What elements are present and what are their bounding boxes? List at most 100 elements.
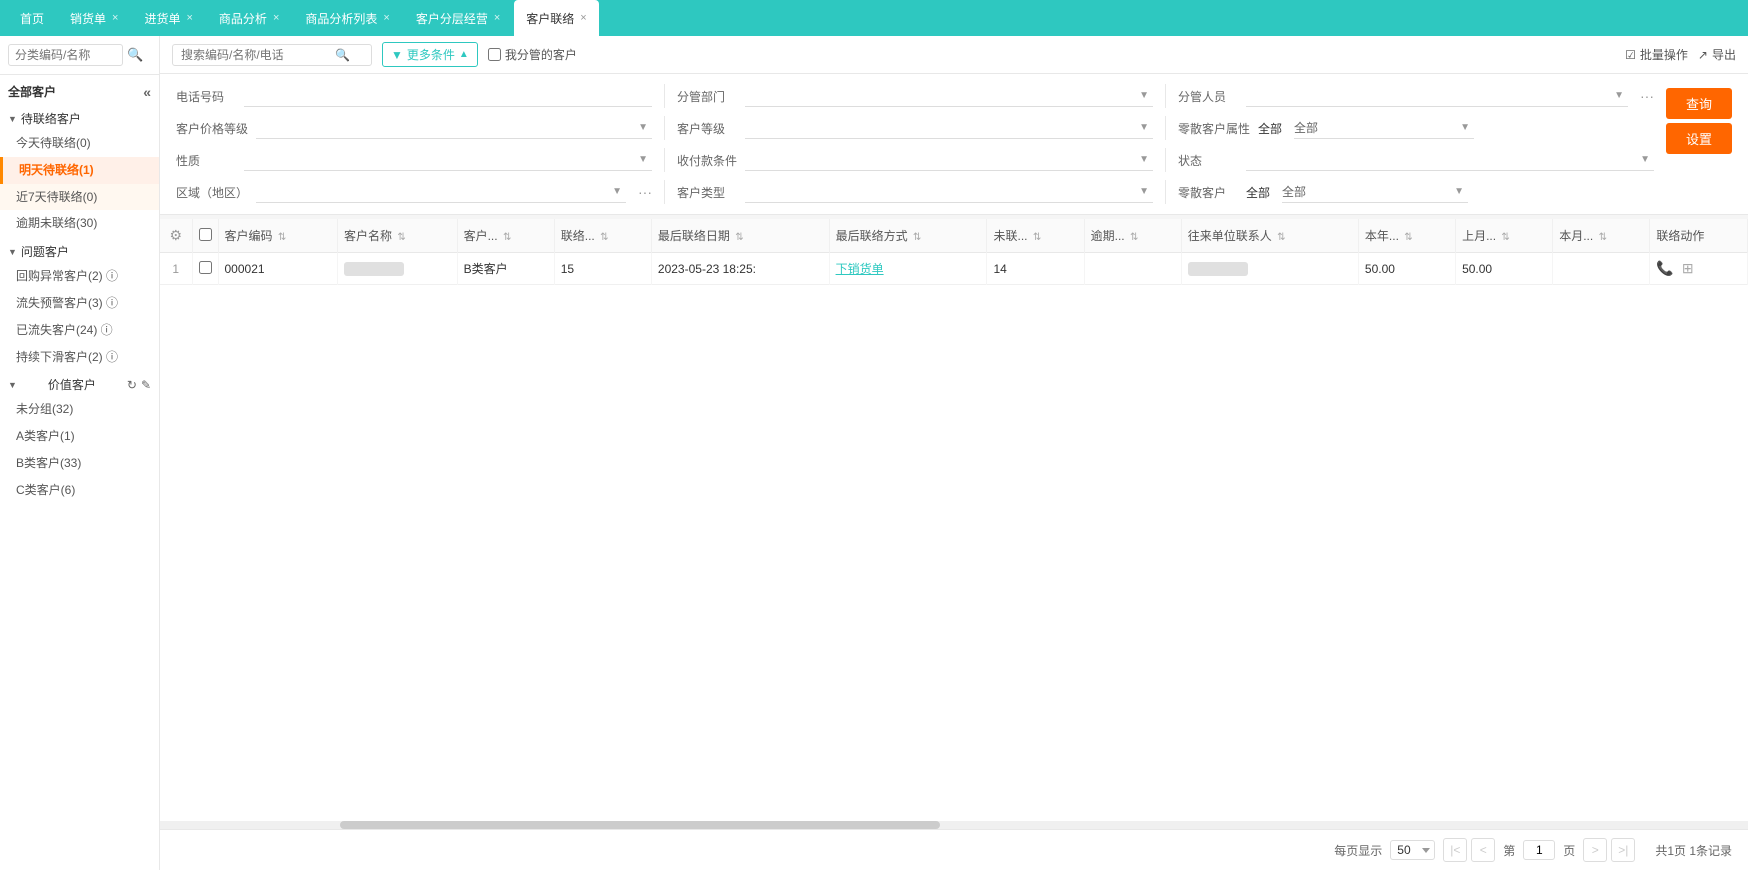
filter-nature-select[interactable] (244, 150, 652, 170)
filter-dept-select-wrap: ▼ (745, 86, 1153, 107)
filter-phone-input[interactable] (244, 86, 652, 107)
filter-payment-select[interactable] (745, 150, 1153, 170)
sort-contact-icon[interactable]: ⇅ (600, 232, 608, 243)
sort-type-icon[interactable]: ⇅ (503, 232, 511, 243)
filter-status-select[interactable] (1246, 150, 1654, 170)
nav-customer-tier[interactable]: 客户分层经营 × (404, 0, 512, 36)
row-checkbox[interactable] (199, 261, 212, 274)
nav-product-analysis[interactable]: 商品分析 × (207, 0, 291, 36)
sort-name-icon[interactable]: ⇅ (397, 232, 405, 243)
sidebar-item-unclassified[interactable]: 未分组(32) (0, 396, 159, 423)
filter-price-level-select[interactable] (256, 118, 652, 138)
nav-customer-contact[interactable]: 客户联络 × (514, 0, 598, 36)
sidebar-group-value[interactable]: 价值客户 ↻ ✎ (0, 370, 159, 396)
nav-product-analysis-list[interactable]: 商品分析列表 × (293, 0, 401, 36)
filter-region-wrap: ▼ (256, 182, 626, 203)
col-contact-person: 往来单位联系人 ⇅ (1181, 219, 1358, 253)
sidebar-item-tomorrow-pending[interactable]: 明天待联络(1) (0, 157, 159, 184)
horizontal-scrollbar[interactable] (160, 821, 1748, 829)
batch-op-btn[interactable]: ☑ 批量操作 (1625, 46, 1688, 63)
filter-search-input[interactable] (181, 48, 331, 62)
sort-uncontacted-icon[interactable]: ⇅ (1033, 232, 1041, 243)
sidebar-collapse-icon[interactable]: « (143, 84, 151, 100)
sort-code-icon[interactable]: ⇅ (278, 232, 286, 243)
sort-this-month-icon[interactable]: ⇅ (1599, 232, 1607, 243)
filter-mine-checkbox[interactable]: 我分管的客户 (488, 46, 577, 63)
filter-dept-select[interactable] (745, 86, 1153, 106)
filter-row-3: 性质 ▼ 收付款条件 ▼ (176, 148, 1654, 172)
filter-icon: ▼ (391, 48, 403, 62)
export-btn[interactable]: ↗ 导出 (1698, 46, 1736, 63)
query-button[interactable]: 查询 (1666, 88, 1732, 119)
region-dots-icon[interactable]: ··· (638, 184, 652, 200)
divider8 (1165, 180, 1166, 204)
action-grid-icon[interactable]: ⊞ (1682, 260, 1694, 277)
page-number-input[interactable] (1523, 840, 1555, 860)
sidebar-item-declining[interactable]: 持续下滑客户(2) ⓘ (0, 344, 159, 371)
advanced-filter: 电话号码 分管部门 ▼ 分管人员 (160, 74, 1748, 215)
select-all-checkbox[interactable] (199, 228, 212, 241)
filter-status-wrap: ▼ (1246, 150, 1654, 171)
nav-purchase-order[interactable]: 进货单 × (132, 0, 204, 36)
sidebar-item-class-b[interactable]: B类客户(33) (0, 450, 159, 477)
sidebar-item-repurchase-abnormal[interactable]: 回购异常客户(2) ⓘ (0, 263, 159, 290)
first-page-btn[interactable]: |< (1443, 838, 1467, 862)
manager-dots-icon[interactable]: ··· (1640, 88, 1654, 104)
filter-payment: 收付款条件 ▼ (677, 150, 1153, 171)
close-customer-contact-icon[interactable]: × (580, 12, 586, 24)
sort-last-method-icon[interactable]: ⇅ (913, 232, 921, 243)
col-checkbox (192, 219, 218, 253)
sidebar-item-churned[interactable]: 已流失客户(24) ⓘ (0, 317, 159, 344)
sidebar-group-problem[interactable]: 问题客户 (0, 237, 159, 263)
sidebar-search-icon[interactable]: 🔍 (127, 47, 143, 63)
scrollbar-thumb[interactable] (340, 821, 940, 829)
sidebar-search-input[interactable] (8, 44, 123, 66)
sidebar-item-class-c[interactable]: C类客户(6) (0, 477, 159, 504)
last-method-link[interactable]: 下销货单 (836, 262, 884, 276)
next-page-btn[interactable]: > (1583, 838, 1607, 862)
sidebar-group-pending[interactable]: 待联络客户 (0, 104, 159, 130)
sort-last-month-icon[interactable]: ⇅ (1501, 232, 1509, 243)
close-sales-order-icon[interactable]: × (112, 12, 118, 24)
sort-this-year-icon[interactable]: ⇅ (1404, 232, 1412, 243)
content-area: 🔍 ▼ 更多条件 ▲ 我分管的客户 ☑ 批量操作 ↗ 导出 (160, 36, 1748, 870)
value-customer-refresh-icon[interactable]: ↻ (127, 378, 137, 392)
filter-manager-select[interactable] (1246, 86, 1628, 106)
sort-contact-person-icon[interactable]: ⇅ (1277, 232, 1285, 243)
close-product-list-icon[interactable]: × (383, 12, 389, 24)
sidebar-item-7day-pending[interactable]: 近7天待联络(0) (0, 184, 159, 211)
batch-op-check-icon: ☑ (1625, 48, 1636, 62)
per-page-select[interactable]: 50 100 200 (1390, 840, 1435, 860)
close-customer-tier-icon[interactable]: × (494, 12, 500, 24)
filter-retail-attr-select[interactable]: 全部 (1294, 118, 1474, 138)
sidebar-item-churn-warning[interactable]: 流失预警客户(3) ⓘ (0, 290, 159, 317)
setting-button[interactable]: 设置 (1666, 123, 1732, 154)
filter-customer-level-select[interactable] (745, 118, 1153, 138)
table-gear-icon[interactable]: ⚙ (169, 227, 182, 243)
close-product-analysis-icon[interactable]: × (273, 12, 279, 24)
value-customer-edit-icon[interactable]: ✎ (141, 378, 151, 392)
filter-more-btn[interactable]: ▼ 更多条件 ▲ (382, 42, 478, 67)
sort-overdue-icon[interactable]: ⇅ (1130, 232, 1138, 243)
col-overdue: 逾期... ⇅ (1084, 219, 1181, 253)
sidebar-item-overdue-pending[interactable]: 逾期未联络(30) (0, 210, 159, 237)
sidebar: 🔍 全部客户 « 待联络客户 今天待联络(0) 明天待联络(1) 近7天待联络(… (0, 36, 160, 870)
sort-last-date-icon[interactable]: ⇅ (735, 232, 743, 243)
sidebar-item-class-a[interactable]: A类客户(1) (0, 423, 159, 450)
pagination: |< < 第 页 > >| (1443, 838, 1635, 862)
sidebar-item-today-pending[interactable]: 今天待联络(0) (0, 130, 159, 157)
col-last-method: 最后联络方式 ⇅ (829, 219, 987, 253)
filter-search-icon[interactable]: 🔍 (335, 48, 350, 62)
filter-retail-customer-select[interactable]: 全部 (1282, 182, 1468, 202)
prev-page-btn[interactable]: < (1471, 838, 1495, 862)
close-purchase-order-icon[interactable]: × (186, 12, 192, 24)
nav-home[interactable]: 首页 (8, 0, 56, 36)
last-page-btn[interactable]: >| (1611, 838, 1635, 862)
nav-sales-order[interactable]: 销货单 × (58, 0, 130, 36)
filter-customer-type-select[interactable] (745, 182, 1153, 202)
sidebar-all-customers-header[interactable]: 全部客户 « (0, 75, 159, 104)
action-phone-icon[interactable]: 📞 (1656, 260, 1673, 277)
mine-checkbox-input[interactable] (488, 48, 501, 61)
filter-region-select[interactable] (256, 182, 626, 202)
col-type: 客户... ⇅ (457, 219, 554, 253)
